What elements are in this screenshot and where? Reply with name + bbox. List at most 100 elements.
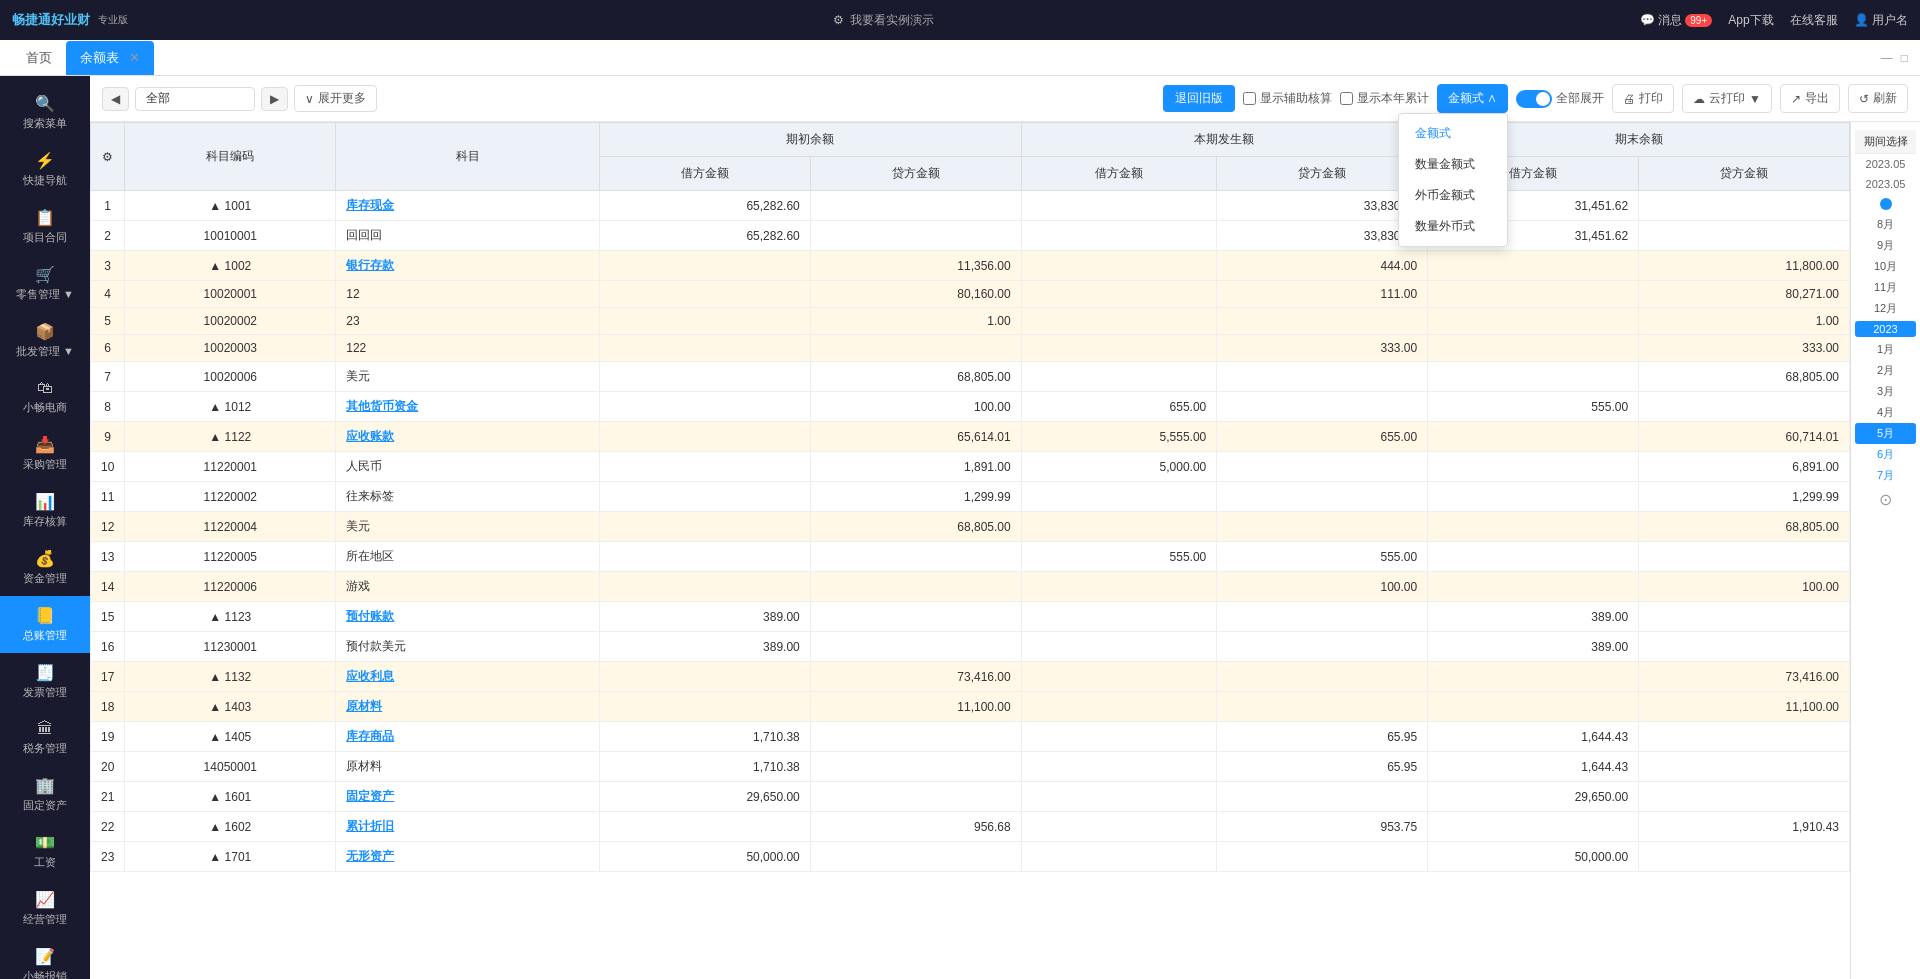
row-subject[interactable]: 原材料 — [336, 692, 600, 722]
print-btn[interactable]: 🖨 打印 — [1612, 84, 1674, 113]
period-month-5[interactable]: 5月 — [1855, 423, 1916, 444]
tab-balance[interactable]: 余额表 ✕ — [66, 41, 154, 75]
row-no: 10 — [91, 452, 125, 482]
row-open-credit — [810, 842, 1021, 872]
show-sub-calc-checkbox[interactable] — [1243, 92, 1256, 105]
row-subject[interactable]: 无形资产 — [336, 842, 600, 872]
nav-next-btn[interactable]: ▶ — [261, 87, 288, 111]
period-month-6[interactable]: 6月 — [1855, 444, 1916, 465]
expand-more-btn[interactable]: ∨ 展开更多 — [294, 85, 377, 112]
tab-home[interactable]: 首页 — [12, 41, 66, 75]
row-open-credit — [810, 191, 1021, 221]
period-month-8[interactable]: 8月 — [1855, 214, 1916, 235]
sidebar-item-wholesale[interactable]: 📦 批发管理 ▼ — [0, 312, 90, 369]
period-month-3[interactable]: 3月 — [1855, 381, 1916, 402]
row-subject[interactable]: 应收利息 — [336, 662, 600, 692]
row-subject[interactable]: 往来标签 — [336, 482, 600, 512]
show-year-total-label[interactable]: 显示本年累计 — [1340, 90, 1429, 107]
row-subject[interactable]: 银行存款 — [336, 251, 600, 281]
period-month-2[interactable]: 2月 — [1855, 360, 1916, 381]
period-month-7[interactable]: 7月 — [1855, 465, 1916, 486]
row-subject[interactable]: 预付款美元 — [336, 632, 600, 662]
period-month-11[interactable]: 11月 — [1855, 277, 1916, 298]
row-subject[interactable]: 12 — [336, 281, 600, 308]
row-subject[interactable]: 应收账款 — [336, 422, 600, 452]
open-debit-header: 借方金额 — [599, 157, 810, 191]
sidebar-item-tax[interactable]: 🏛 税务管理 — [0, 710, 90, 766]
sidebar-item-operations[interactable]: 📈 经营管理 — [0, 880, 90, 937]
row-subject[interactable]: 库存商品 — [336, 722, 600, 752]
sidebar-item-finance[interactable]: 💰 资金管理 — [0, 539, 90, 596]
export-btn[interactable]: ↗ 导出 — [1780, 84, 1840, 113]
row-no: 17 — [91, 662, 125, 692]
search-input[interactable] — [135, 87, 255, 111]
user-avatar[interactable]: 👤 用户名 — [1854, 12, 1908, 29]
nav-prev-btn[interactable]: ◀ — [102, 87, 129, 111]
sidebar-item-purchase[interactable]: 📥 采购管理 — [0, 425, 90, 482]
all-expand-toggle[interactable] — [1516, 90, 1552, 108]
assets-icon: 🏢 — [35, 776, 55, 795]
row-subject[interactable]: 23 — [336, 308, 600, 335]
row-cur-credit — [1217, 452, 1428, 482]
show-year-total-checkbox[interactable] — [1340, 92, 1353, 105]
period-month-4[interactable]: 4月 — [1855, 402, 1916, 423]
amount-style-btn[interactable]: 金额式 ∧ — [1437, 84, 1508, 113]
row-subject[interactable]: 美元 — [336, 362, 600, 392]
row-subject[interactable]: 固定资产 — [336, 782, 600, 812]
message-btn[interactable]: 💬 消息 99+ — [1640, 12, 1713, 29]
table-row: 20 14050001 原材料 1,710.38 65.95 1,644.43 — [91, 752, 1850, 782]
period-month-12[interactable]: 12月 — [1855, 298, 1916, 319]
row-subject[interactable]: 所在地区 — [336, 542, 600, 572]
row-cur-credit — [1217, 602, 1428, 632]
toolbar-right: 退回旧版 显示辅助核算 显示本年累计 金额式 ∧ 金额式 数量金额式 — [1163, 84, 1908, 113]
all-expand-toggle-label[interactable]: 全部展开 — [1516, 90, 1604, 108]
sidebar-item-invoice[interactable]: 🧾 发票管理 — [0, 653, 90, 710]
row-subject[interactable]: 原材料 — [336, 752, 600, 782]
row-subject[interactable]: 美元 — [336, 512, 600, 542]
sidebar-item-retail[interactable]: 🛒 零售管理 ▼ — [0, 255, 90, 312]
sidebar-item-ledger[interactable]: 📒 总账管理 — [0, 596, 90, 653]
sidebar-item-assets[interactable]: 🏢 固定资产 — [0, 766, 90, 823]
right-panel: 期间选择 2023.05 2023.05 8月 9月 10月 11月 12月 2… — [1850, 122, 1920, 979]
sidebar-item-inventory[interactable]: 📊 库存核算 — [0, 482, 90, 539]
period-month-1[interactable]: 1月 — [1855, 339, 1916, 360]
sidebar-item-search[interactable]: 🔍 搜索菜单 — [0, 84, 90, 141]
dropdown-item-foreign-amount[interactable]: 外币金额式 — [1399, 180, 1507, 211]
collapse-up-btn[interactable] — [1880, 198, 1892, 210]
row-subject[interactable]: 其他货币资金 — [336, 392, 600, 422]
tab-maximize-icon[interactable]: □ — [1901, 51, 1908, 65]
row-subject[interactable]: 预付账款 — [336, 602, 600, 632]
sidebar-item-quicknav[interactable]: ⚡ 快捷导航 — [0, 141, 90, 198]
row-subject[interactable]: 回回回 — [336, 221, 600, 251]
row-subject[interactable]: 122 — [336, 335, 600, 362]
online-support-btn[interactable]: 在线客服 — [1790, 12, 1838, 29]
dropdown-item-qty-foreign[interactable]: 数量外币式 — [1399, 211, 1507, 242]
row-code: ▲ 1602 — [125, 812, 336, 842]
tab-close-icon[interactable]: ✕ — [129, 50, 140, 65]
row-subject[interactable]: 游戏 — [336, 572, 600, 602]
tab-minimize-icon[interactable]: — — [1881, 51, 1893, 65]
row-subject[interactable]: 人民币 — [336, 452, 600, 482]
dropdown-item-amount[interactable]: 金额式 — [1399, 118, 1507, 149]
period-month-9[interactable]: 9月 — [1855, 235, 1916, 256]
sidebar-item-ecommerce[interactable]: 🛍 小畅电商 — [0, 369, 90, 425]
settings-col-header[interactable]: ⚙ — [91, 123, 125, 191]
table-row: 2 10010001 回回回 65,282.60 33,830.98 31,45… — [91, 221, 1850, 251]
cloud-print-btn[interactable]: ☁ 云打印 ▼ — [1682, 84, 1772, 113]
row-subject[interactable]: 库存现金 — [336, 191, 600, 221]
sidebar-item-expense[interactable]: 📝 小畅报销 — [0, 937, 90, 979]
sidebar-item-project[interactable]: 📋 项目合同 — [0, 198, 90, 255]
period-month-10[interactable]: 10月 — [1855, 256, 1916, 277]
row-subject[interactable]: 累计折旧 — [336, 812, 600, 842]
table-row: 16 11230001 预付款美元 389.00 389.00 — [91, 632, 1850, 662]
settings-icon[interactable]: ⚙ — [833, 13, 844, 27]
refresh-btn[interactable]: ↺ 刷新 — [1848, 84, 1908, 113]
app-download-btn[interactable]: App下载 — [1728, 12, 1773, 29]
show-sub-calc-label[interactable]: 显示辅助核算 — [1243, 90, 1332, 107]
collapse-down-btn[interactable]: ⊙ — [1855, 490, 1916, 509]
row-close-credit: 333.00 — [1639, 335, 1850, 362]
dropdown-item-qty-amount[interactable]: 数量金额式 — [1399, 149, 1507, 180]
back-old-btn[interactable]: 退回旧版 — [1163, 85, 1235, 112]
sidebar-item-salary[interactable]: 💵 工资 — [0, 823, 90, 880]
demo-link[interactable]: 我要看实例演示 — [850, 12, 934, 29]
